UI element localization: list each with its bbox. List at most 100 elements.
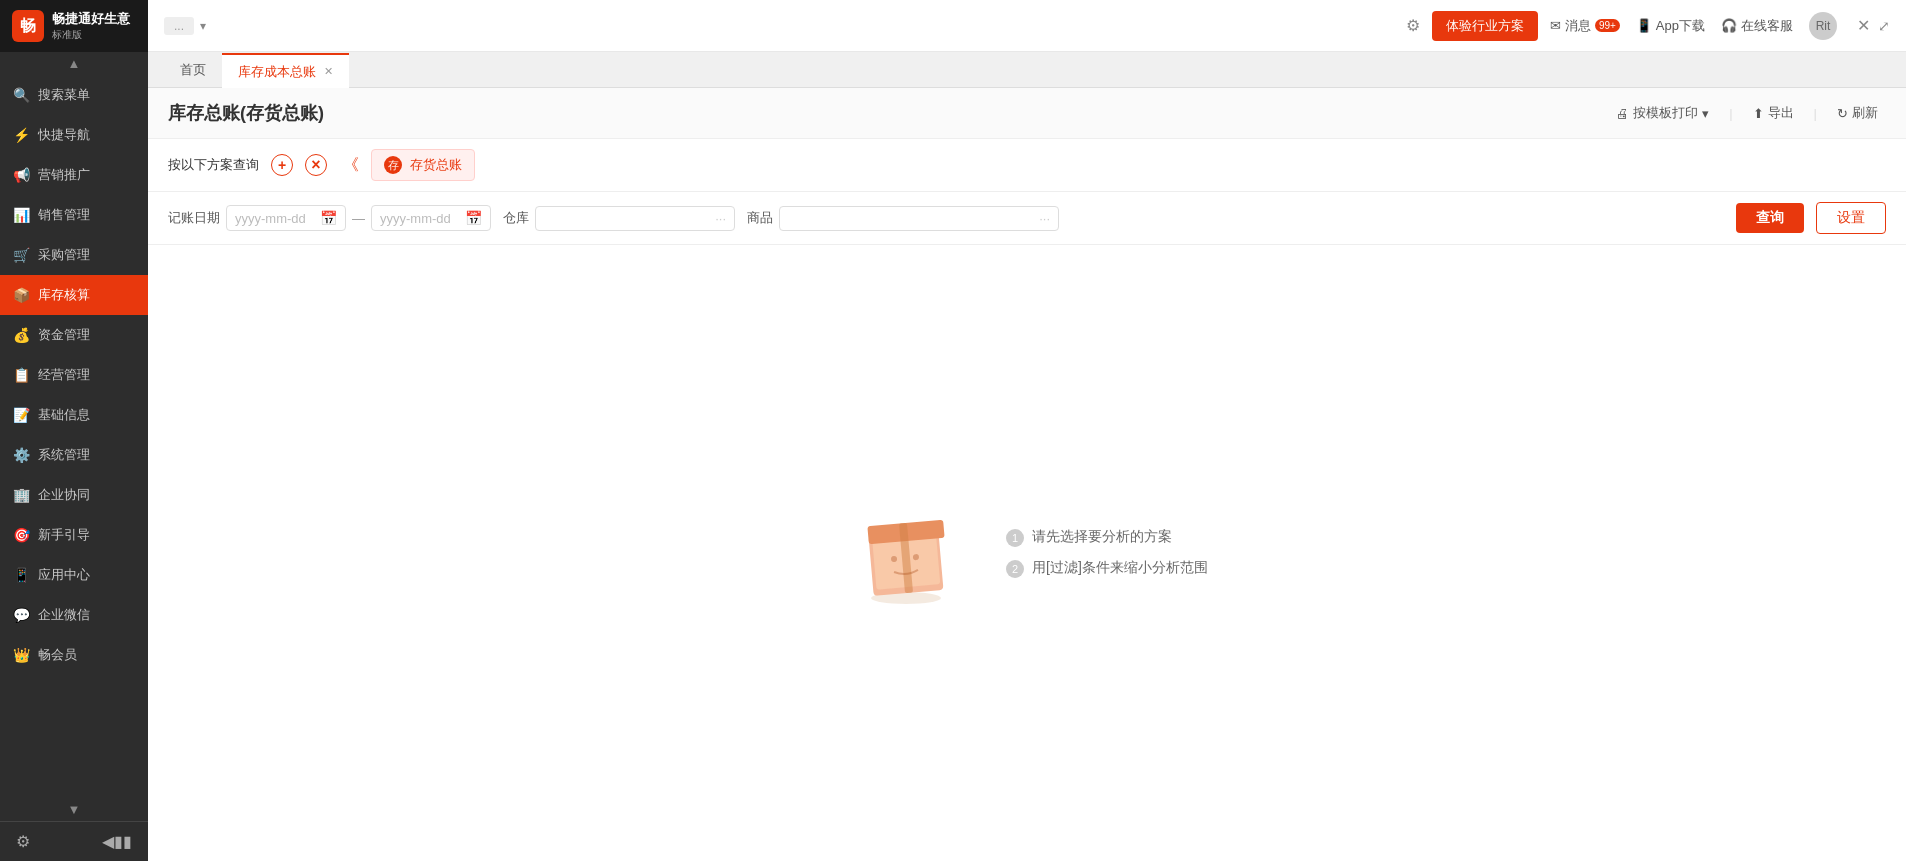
page-actions: 🖨 按模板打印 ▾ | ⬆ 导出 | ↻ 刷新 (1608, 100, 1886, 126)
app-icon: 📱 (1636, 18, 1652, 33)
breadcrumb-text: ... (164, 17, 194, 35)
sidebar: 畅 畅捷通好生意 标准版 ▲ 🔍 搜索菜单 ⚡ 快捷导航 📢 营销推广 📊 销售… (0, 0, 148, 861)
online-service-button[interactable]: 🎧 在线客服 (1721, 17, 1793, 35)
close-icon[interactable]: ✕ (1857, 16, 1870, 35)
topbar-settings-icon[interactable]: ⚙ (1406, 16, 1420, 35)
product-select[interactable]: ··· (779, 206, 1059, 231)
industry-btn[interactable]: 体验行业方案 (1432, 11, 1538, 41)
sidebar-item-label-enterprise: 企业协同 (38, 486, 90, 504)
date-start-input[interactable]: yyyy-mm-dd 📅 (226, 205, 346, 231)
date-end-placeholder: yyyy-mm-dd (380, 211, 451, 226)
sidebar-scroll-down[interactable]: ▼ (0, 798, 148, 821)
sidebar-logo: 畅 畅捷通好生意 标准版 (0, 0, 148, 52)
member-icon: 👑 (12, 646, 30, 664)
page-title: 库存总账(存货总账) (168, 101, 324, 125)
filter-add-btn[interactable]: + (271, 154, 293, 176)
print-btn[interactable]: 🖨 按模板打印 ▾ (1608, 100, 1717, 126)
date-end-input[interactable]: yyyy-mm-dd 📅 (371, 205, 491, 231)
sidebar-audio-icon[interactable]: ◀▮▮ (102, 832, 132, 851)
filter-del-btn[interactable]: × (305, 154, 327, 176)
settings-config-btn[interactable]: 设置 (1816, 202, 1886, 234)
query-btn[interactable]: 查询 (1736, 203, 1804, 233)
edition-label: 标准版 (52, 28, 130, 41)
sidebar-item-label-basic: 基础信息 (38, 406, 90, 424)
sidebar-item-quick-nav[interactable]: ⚡ 快捷导航 (0, 115, 148, 155)
export-btn[interactable]: ⬆ 导出 (1745, 100, 1802, 126)
sidebar-settings-icon[interactable]: ⚙ (16, 832, 30, 851)
sidebar-scroll-up[interactable]: ▲ (0, 52, 148, 75)
sidebar-item-label-search: 搜索菜单 (38, 86, 90, 104)
finance-icon: 💰 (12, 326, 30, 344)
message-button[interactable]: ✉ 消息 99+ (1550, 17, 1620, 35)
breadcrumb-dropdown-icon[interactable]: ▾ (200, 19, 206, 33)
topbar-right: ✉ 消息 99+ 📱 App下载 🎧 在线客服 Rit (1550, 12, 1837, 40)
tabs-bar: 首页 库存成本总账 ✕ (148, 52, 1906, 88)
user-name: Rit (1816, 19, 1831, 33)
filter-collapse-icon[interactable]: 《 (343, 155, 359, 176)
empty-tips: 1 请先选择要分析的方案 2 用[过滤]条件来缩小分析范围 (1006, 528, 1208, 578)
refresh-icon: ↻ (1837, 106, 1848, 121)
sidebar-item-newbie[interactable]: 🎯 新手引导 (0, 515, 148, 555)
sidebar-item-search[interactable]: 🔍 搜索菜单 (0, 75, 148, 115)
content-area: 库存总账(存货总账) 🖨 按模板打印 ▾ | ⬆ 导出 | ↻ 刷新 (148, 88, 1906, 861)
inventory-icon: 📦 (12, 286, 30, 304)
export-icon: ⬆ (1753, 106, 1764, 121)
user-avatar[interactable]: Rit (1809, 12, 1837, 40)
divider1: | (1729, 106, 1732, 121)
sidebar-item-marketing[interactable]: 📢 营销推广 (0, 155, 148, 195)
print-icon: 🖨 (1616, 106, 1629, 121)
date-label: 记账日期 (168, 209, 220, 227)
tip-text-2: 用[过滤]条件来缩小分析范围 (1032, 559, 1208, 577)
tip-num-1: 1 (1006, 529, 1024, 547)
warehouse-more-icon: ··· (715, 211, 726, 226)
date-sep: — (352, 211, 365, 226)
sidebar-item-basic-info[interactable]: 📝 基础信息 (0, 395, 148, 435)
newbie-icon: 🎯 (12, 526, 30, 544)
sidebar-item-enterprise[interactable]: 🏢 企业协同 (0, 475, 148, 515)
print-label: 按模板打印 (1633, 104, 1698, 122)
sidebar-nav: 🔍 搜索菜单 ⚡ 快捷导航 📢 营销推广 📊 销售管理 🛒 采购管理 📦 库存核… (0, 75, 148, 798)
divider2: | (1814, 106, 1817, 121)
warehouse-select[interactable]: ··· (535, 206, 735, 231)
sidebar-item-member[interactable]: 👑 畅会员 (0, 635, 148, 675)
sidebar-item-label-sales: 销售管理 (38, 206, 90, 224)
sidebar-item-system[interactable]: ⚙️ 系统管理 (0, 435, 148, 475)
tip-text-1: 请先选择要分析的方案 (1032, 528, 1172, 546)
sidebar-item-label-member: 畅会员 (38, 646, 77, 664)
resize-icon[interactable]: ⤢ (1878, 18, 1890, 34)
sidebar-item-label-wechat: 企业微信 (38, 606, 90, 624)
sidebar-item-sales[interactable]: 📊 销售管理 (0, 195, 148, 235)
scheme-icon: 存 (384, 156, 402, 174)
filter-scheme[interactable]: 存 存货总账 (371, 149, 475, 181)
export-label: 导出 (1768, 104, 1794, 122)
sidebar-item-operation[interactable]: 📋 经营管理 (0, 355, 148, 395)
sidebar-item-finance[interactable]: 💰 资金管理 (0, 315, 148, 355)
filter-label: 按以下方案查询 (168, 156, 259, 174)
brand-name: 畅捷通好生意 (52, 11, 130, 28)
marketing-icon: 📢 (12, 166, 30, 184)
sidebar-item-wechat[interactable]: 💬 企业微信 (0, 595, 148, 635)
tab-inventory-cost[interactable]: 库存成本总账 ✕ (222, 53, 349, 89)
page-header: 库存总账(存货总账) 🖨 按模板打印 ▾ | ⬆ 导出 | ↻ 刷新 (148, 88, 1906, 139)
cal-start-icon: 📅 (320, 210, 337, 226)
sidebar-item-label-finance: 资金管理 (38, 326, 90, 344)
sidebar-item-label-quick: 快捷导航 (38, 126, 90, 144)
sidebar-item-inventory[interactable]: 📦 库存核算 (0, 275, 148, 315)
tab-home[interactable]: 首页 (164, 52, 222, 88)
sidebar-item-label-marketing: 营销推广 (38, 166, 90, 184)
print-dropdown-icon[interactable]: ▾ (1702, 106, 1709, 121)
tip-item-1: 1 请先选择要分析的方案 (1006, 528, 1208, 547)
sidebar-item-purchase[interactable]: 🛒 采购管理 (0, 235, 148, 275)
refresh-btn[interactable]: ↻ 刷新 (1829, 100, 1886, 126)
service-label: 在线客服 (1741, 17, 1793, 35)
search-nav-icon: 🔍 (12, 86, 30, 104)
app-download-button[interactable]: 📱 App下载 (1636, 17, 1705, 35)
cal-end-icon: 📅 (465, 210, 482, 226)
tab-home-label: 首页 (180, 61, 206, 79)
sidebar-item-app-center[interactable]: 📱 应用中心 (0, 555, 148, 595)
empty-svg (846, 493, 966, 613)
sales-icon: 📊 (12, 206, 30, 224)
filter-row: 记账日期 yyyy-mm-dd 📅 — yyyy-mm-dd 📅 仓库 ··· (148, 192, 1906, 245)
tab-close-icon[interactable]: ✕ (324, 65, 333, 78)
filter-bar: 按以下方案查询 + × 《 存 存货总账 (148, 139, 1906, 192)
